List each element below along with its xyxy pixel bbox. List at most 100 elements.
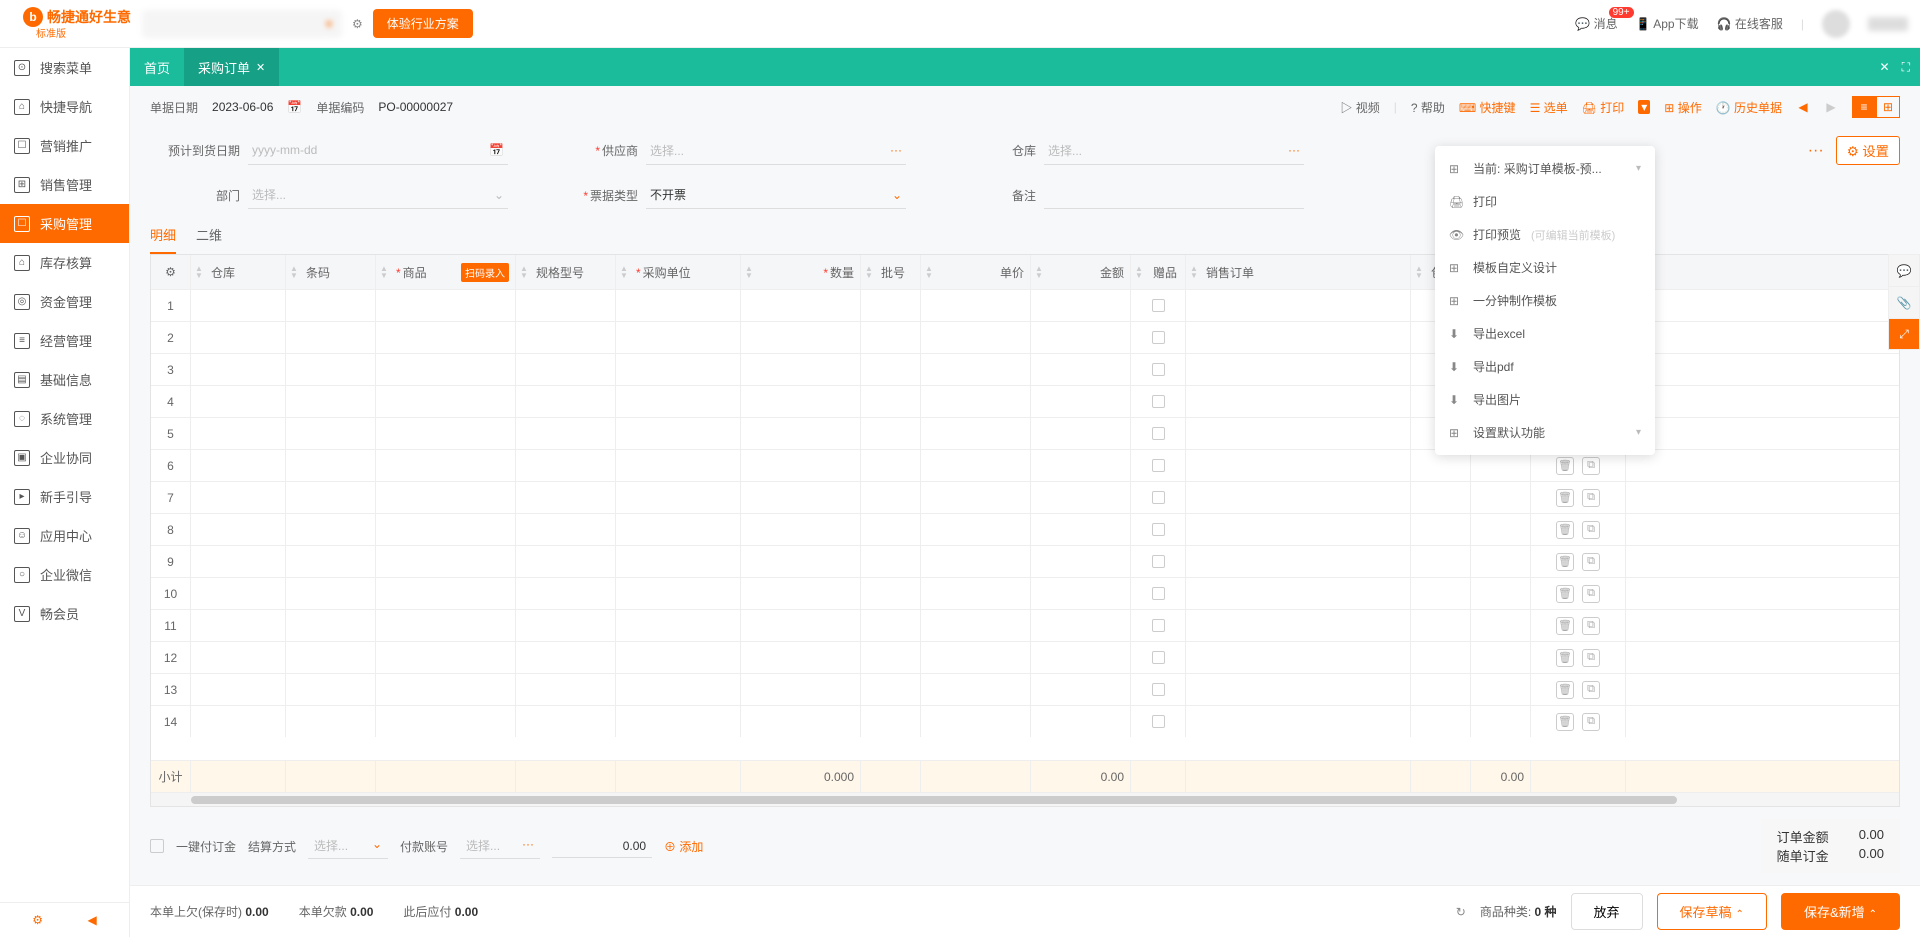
gift-checkbox[interactable] [1152,363,1165,376]
close-icon[interactable]: ✕ [256,61,265,74]
scan-button[interactable]: 扫码录入 [461,263,509,282]
gear-icon[interactable]: ⚙ [165,265,176,279]
doc-date-value[interactable]: 2023-06-06 [212,100,273,114]
avatar[interactable] [1822,10,1850,38]
settings-button[interactable]: ⚙ 设置 [1836,136,1900,165]
dd-export-img[interactable]: ⬇导出图片 [1435,383,1655,416]
copy-row-icon[interactable]: ⧉ [1582,585,1600,603]
gift-checkbox[interactable] [1152,427,1165,440]
sidebar-item-5[interactable]: ⌂库存核算 [0,243,129,282]
help-link[interactable]: ? 帮助 [1411,99,1445,116]
gear-icon[interactable]: ⚙ [352,17,363,31]
gift-checkbox[interactable] [1152,587,1165,600]
sidebar-item-0[interactable]: ⊙搜索菜单 [0,48,129,87]
sidebar-item-9[interactable]: ◌系统管理 [0,399,129,438]
table-row[interactable]: 8 🗑 ⧉ [151,513,1899,545]
supplier-input[interactable]: 选择... ··· [646,137,906,165]
tab-detail[interactable]: 明细 [150,217,176,254]
sidebar-item-14[interactable]: V畅会员 [0,594,129,633]
tab-close-all-icon[interactable]: ✕ [1880,60,1890,74]
sidebar-item-2[interactable]: ☐营销推广 [0,126,129,165]
discard-button[interactable]: 放弃 [1571,893,1643,930]
sidebar-item-6[interactable]: ◎资金管理 [0,282,129,321]
select-bill-link[interactable]: ☰ 选单 [1530,99,1568,116]
view-grid-icon[interactable]: ⊞ [1876,96,1900,118]
tab-purchase-order[interactable]: 采购订单 ✕ [184,48,279,86]
calendar-icon[interactable]: 📅 [287,100,302,114]
settle-select[interactable]: 选择...⌄ [308,833,388,859]
message-link[interactable]: 💬 消息 99+ [1575,15,1617,32]
delete-row-icon[interactable]: 🗑 [1556,617,1574,635]
remark-input[interactable] [1044,181,1304,209]
print-link[interactable]: 🖨 打印 [1582,99,1625,116]
gift-checkbox[interactable] [1152,651,1165,664]
next-icon[interactable]: ▶ [1824,100,1838,114]
fullscreen-icon[interactable]: ⛶ [1902,60,1910,75]
trial-button[interactable]: 体验行业方案 [373,9,473,38]
service-link[interactable]: 🎧 在线客服 [1717,15,1783,32]
invoice-input[interactable]: 不开票 ⌄ [646,181,906,209]
acct-select[interactable]: 选择...··· [460,833,540,859]
copy-row-icon[interactable]: ⧉ [1582,713,1600,731]
copy-row-icon[interactable]: ⧉ [1582,553,1600,571]
gift-checkbox[interactable] [1152,299,1165,312]
shortcut-link[interactable]: ⌨ 快捷键 [1459,99,1516,116]
sidebar-item-12[interactable]: ☺应用中心 [0,516,129,555]
more-icon[interactable]: ··· [1288,143,1300,157]
dd-export-excel[interactable]: ⬇导出excel [1435,317,1655,350]
copy-row-icon[interactable]: ⧉ [1582,649,1600,667]
dd-set-default[interactable]: ⊞设置默认功能▾ [1435,416,1655,449]
table-row[interactable]: 14 🗑 ⧉ [151,705,1899,737]
rail-chat-icon[interactable]: 💬 [1888,254,1920,286]
gift-checkbox[interactable] [1152,619,1165,632]
dd-export-pdf[interactable]: ⬇导出pdf [1435,350,1655,383]
gift-checkbox[interactable] [1152,459,1165,472]
delete-row-icon[interactable]: 🗑 [1556,585,1574,603]
sidebar-item-10[interactable]: ▣企业协同 [0,438,129,477]
save-new-button[interactable]: 保存&新增⌃ [1781,893,1900,930]
warehouse-input[interactable]: 选择... ··· [1044,137,1304,165]
sidebar-collapse-icon[interactable]: ◀ [88,913,97,927]
rail-expand-icon[interactable]: ⤢ [1888,318,1920,350]
dept-input[interactable]: 选择... ⌄ [248,181,508,209]
more-icon[interactable]: ··· [890,143,902,157]
save-draft-button[interactable]: 保存草稿⌃ [1657,893,1767,930]
table-row[interactable]: 13 🗑 ⧉ [151,673,1899,705]
sidebar-item-11[interactable]: ▸新手引导 [0,477,129,516]
video-link[interactable]: ▷ 视频 [1340,99,1379,116]
gift-checkbox[interactable] [1152,523,1165,536]
gift-checkbox[interactable] [1152,715,1165,728]
tab-home[interactable]: 首页 [130,48,184,86]
chevron-down-icon[interactable]: ⌄ [892,188,902,202]
table-row[interactable]: 10 🗑 ⧉ [151,577,1899,609]
pay-amount-input[interactable]: 0.00 [552,835,652,858]
table-row[interactable]: 7 🗑 ⧉ [151,481,1899,513]
refresh-icon[interactable]: ↻ [1456,905,1466,919]
delete-row-icon[interactable]: 🗑 [1556,681,1574,699]
dd-quick-template[interactable]: ⊞一分钟制作模板 [1435,284,1655,317]
gift-checkbox[interactable] [1152,555,1165,568]
sidebar-item-3[interactable]: ⊞销售管理 [0,165,129,204]
username[interactable] [1868,17,1908,31]
sidebar-item-1[interactable]: ⌂快捷导航 [0,87,129,126]
prev-icon[interactable]: ◀ [1796,100,1810,114]
sidebar-item-13[interactable]: ○企业微信 [0,555,129,594]
dd-print[interactable]: 🖨打印 [1435,185,1655,218]
app-download-link[interactable]: 📱 App下载 [1636,15,1699,32]
table-row[interactable]: 12 🗑 ⧉ [151,641,1899,673]
gift-checkbox[interactable] [1152,683,1165,696]
copy-row-icon[interactable]: ⧉ [1582,489,1600,507]
dd-current-template[interactable]: ⊞当前: 采购订单模板-预...▾ [1435,152,1655,185]
copy-row-icon[interactable]: ⧉ [1582,457,1600,475]
delete-row-icon[interactable]: 🗑 [1556,457,1574,475]
table-row[interactable]: 11 🗑 ⧉ [151,609,1899,641]
settings-more-icon[interactable]: ··· [1808,142,1824,160]
gift-checkbox[interactable] [1152,331,1165,344]
rail-attach-icon[interactable]: 📎 [1888,286,1920,318]
operate-link[interactable]: ⊞ 操作 [1664,99,1701,116]
delete-row-icon[interactable]: 🗑 [1556,713,1574,731]
copy-row-icon[interactable]: ⧉ [1582,617,1600,635]
view-list-icon[interactable]: ≡ [1852,96,1876,118]
tab-2d[interactable]: 二维 [196,217,222,254]
delete-row-icon[interactable]: 🗑 [1556,649,1574,667]
